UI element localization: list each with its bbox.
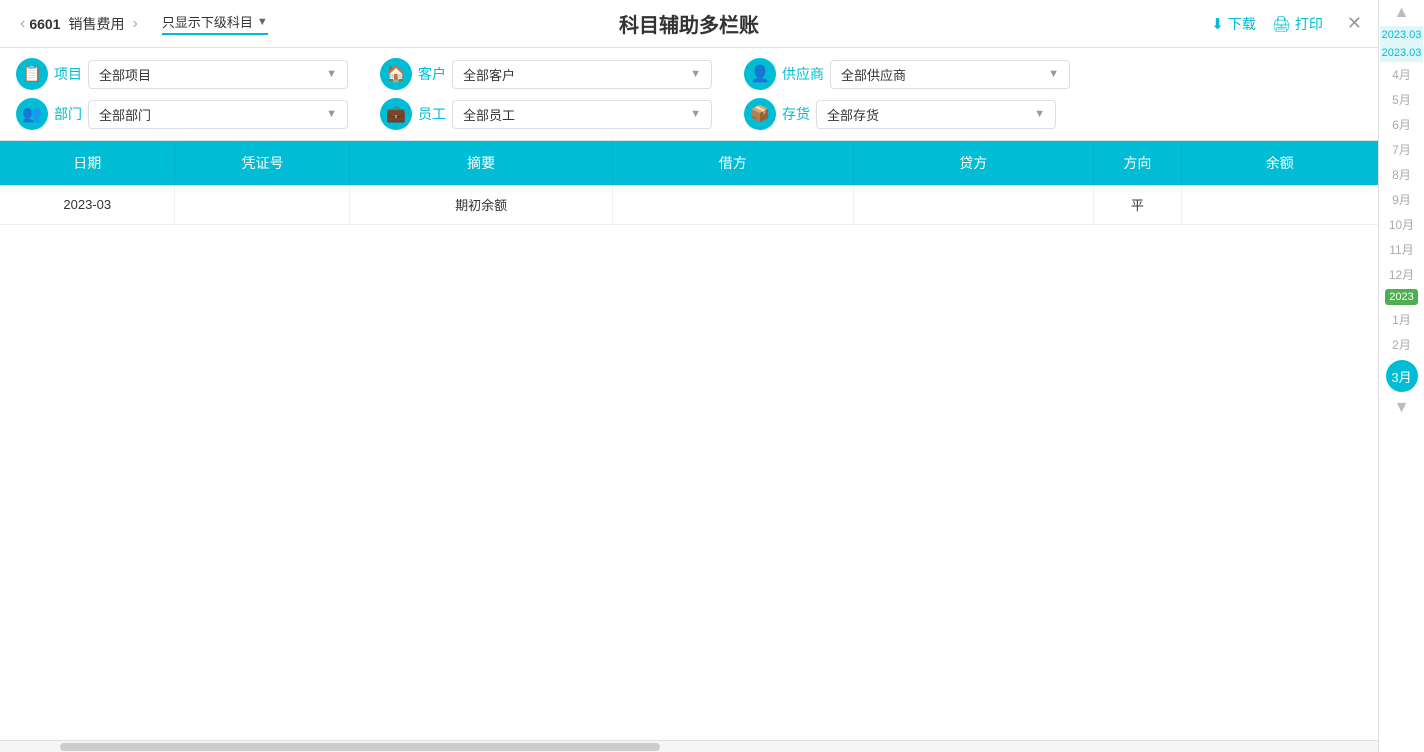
account-code-text: 6601 bbox=[29, 16, 60, 32]
table-body: 2023-03 期初余额 平 bbox=[0, 185, 1378, 225]
customer-label: 客户 bbox=[418, 64, 446, 84]
employee-filter-item: 💼 员工 全部员工 ▼ bbox=[380, 98, 712, 130]
employee-icon: 💼 bbox=[380, 98, 412, 130]
supplier-label: 供应商 bbox=[782, 64, 824, 84]
scroll-thumb[interactable] bbox=[60, 743, 660, 751]
supplier-select[interactable]: 全部供应商 ▼ bbox=[830, 60, 1070, 89]
sidebar-month-5[interactable]: 5月 bbox=[1379, 87, 1424, 112]
close-button[interactable]: ✕ bbox=[1347, 13, 1362, 34]
inventory-select[interactable]: 全部存货 ▼ bbox=[816, 100, 1056, 129]
year-badge: 2023 bbox=[1385, 289, 1417, 305]
supplier-arrow-icon: ▼ bbox=[1048, 68, 1059, 80]
table-container: 日期 凭证号 摘要 借方 贷方 方向 余额 2023-03 期初余额 bbox=[0, 141, 1378, 740]
department-arrow-icon: ▼ bbox=[326, 108, 337, 120]
sidebar-month-6[interactable]: 6月 bbox=[1379, 112, 1424, 137]
col-header-balance: 余额 bbox=[1181, 141, 1378, 185]
department-filter-item: 👥 部门 全部部门 ▼ bbox=[16, 98, 348, 130]
project-filter-item: 📋 项目 全部项目 ▼ bbox=[16, 58, 348, 90]
sidebar-period-2023-03-first[interactable]: 2023.03 bbox=[1380, 26, 1424, 44]
filter-area: 📋 项目 全部项目 ▼ 🏠 客户 全部客户 ▼ bbox=[0, 48, 1378, 141]
cell-balance bbox=[1181, 185, 1378, 225]
col-header-summary: 摘要 bbox=[350, 141, 612, 185]
account-code-display: 6601 销售费用 bbox=[29, 14, 124, 34]
supplier-filter-item: 👤 供应商 全部供应商 ▼ bbox=[744, 58, 1070, 90]
cell-direction: 平 bbox=[1094, 185, 1181, 225]
customer-select[interactable]: 全部客户 ▼ bbox=[452, 60, 712, 89]
customer-icon: 🏠 bbox=[380, 58, 412, 90]
col-header-credit: 贷方 bbox=[853, 141, 1094, 185]
download-button[interactable]: ⬇ 下载 bbox=[1211, 14, 1256, 34]
horizontal-scrollbar[interactable] bbox=[0, 740, 1378, 752]
filter-row-1: 📋 项目 全部项目 ▼ 🏠 客户 全部客户 ▼ bbox=[16, 58, 1362, 90]
customer-value: 全部客户 bbox=[463, 65, 515, 84]
sidebar-month-7[interactable]: 7月 bbox=[1379, 137, 1424, 162]
header-bar: ‹ 6601 销售费用 › 只显示下级科目 ▼ 科目辅助多栏账 ⬇ 下载 🖨 打… bbox=[0, 0, 1378, 48]
project-icon: 📋 bbox=[16, 58, 48, 90]
sidebar-month-12[interactable]: 12月 bbox=[1379, 262, 1424, 287]
cell-voucher bbox=[175, 185, 350, 225]
col-header-voucher: 凭证号 bbox=[175, 141, 350, 185]
col-header-date: 日期 bbox=[0, 141, 175, 185]
employee-label: 员工 bbox=[418, 104, 446, 124]
customer-filter-item: 🏠 客户 全部客户 ▼ bbox=[380, 58, 712, 90]
sidebar-down-arrow[interactable]: ▼ bbox=[1379, 395, 1424, 421]
customer-arrow-icon: ▼ bbox=[690, 68, 701, 80]
print-button[interactable]: 🖨 打印 bbox=[1272, 14, 1323, 34]
cell-summary: 期初余额 bbox=[350, 185, 612, 225]
col-header-direction: 方向 bbox=[1094, 141, 1181, 185]
project-select[interactable]: 全部项目 ▼ bbox=[88, 60, 348, 89]
sidebar-month-2[interactable]: 2月 bbox=[1379, 332, 1424, 357]
inventory-label: 存货 bbox=[782, 104, 810, 124]
filter-row-2: 👥 部门 全部部门 ▼ 💼 员工 全部员工 ▼ bbox=[16, 98, 1362, 130]
prev-account-arrow[interactable]: ‹ bbox=[16, 13, 29, 35]
header-actions: ⬇ 下载 🖨 打印 ✕ bbox=[1211, 13, 1362, 34]
employee-select[interactable]: 全部员工 ▼ bbox=[452, 100, 712, 129]
supplier-value: 全部供应商 bbox=[841, 65, 906, 84]
cell-debit bbox=[612, 185, 853, 225]
table-header-row: 日期 凭证号 摘要 借方 贷方 方向 余额 bbox=[0, 141, 1378, 185]
inventory-icon: 📦 bbox=[744, 98, 776, 130]
right-sidebar: ▲ 2023.03 2023.03 4月 5月 6月 7月 8月 9月 10月 … bbox=[1378, 0, 1424, 752]
main-table: 日期 凭证号 摘要 借方 贷方 方向 余额 2023-03 期初余额 bbox=[0, 141, 1378, 225]
account-name-text: 销售费用 bbox=[68, 14, 124, 34]
department-label: 部门 bbox=[54, 104, 82, 124]
inventory-arrow-icon: ▼ bbox=[1034, 108, 1045, 120]
department-value: 全部部门 bbox=[99, 105, 151, 124]
sidebar-month-11[interactable]: 11月 bbox=[1379, 237, 1424, 262]
sidebar-month-9[interactable]: 9月 bbox=[1379, 187, 1424, 212]
page-title: 科目辅助多栏账 bbox=[619, 9, 759, 38]
sidebar-month-3-active[interactable]: 3月 bbox=[1386, 360, 1418, 392]
department-icon: 👥 bbox=[16, 98, 48, 130]
employee-value: 全部员工 bbox=[463, 105, 515, 124]
sidebar-month-10[interactable]: 10月 bbox=[1379, 212, 1424, 237]
next-account-arrow[interactable]: › bbox=[128, 13, 141, 35]
show-sub-label: 只显示下级科目 bbox=[162, 12, 253, 31]
print-icon: 🖨 bbox=[1272, 15, 1291, 33]
sidebar-period-2023-03-second[interactable]: 2023.03 bbox=[1380, 44, 1424, 62]
inventory-value: 全部存货 bbox=[827, 105, 879, 124]
project-value: 全部项目 bbox=[99, 65, 151, 84]
project-label: 项目 bbox=[54, 64, 82, 84]
cell-date: 2023-03 bbox=[0, 185, 175, 225]
download-label: 下载 bbox=[1228, 14, 1256, 34]
show-sub-arrow-icon: ▼ bbox=[257, 16, 268, 28]
col-header-debit: 借方 bbox=[612, 141, 853, 185]
project-arrow-icon: ▼ bbox=[326, 68, 337, 80]
sidebar-month-1[interactable]: 1月 bbox=[1379, 307, 1424, 332]
inventory-filter-item: 📦 存货 全部存货 ▼ bbox=[744, 98, 1056, 130]
print-label: 打印 bbox=[1295, 14, 1323, 34]
table-row: 2023-03 期初余额 平 bbox=[0, 185, 1378, 225]
cell-credit bbox=[853, 185, 1094, 225]
sidebar-month-8[interactable]: 8月 bbox=[1379, 162, 1424, 187]
department-select[interactable]: 全部部门 ▼ bbox=[88, 100, 348, 129]
supplier-icon: 👤 bbox=[744, 58, 776, 90]
download-icon: ⬇ bbox=[1211, 15, 1224, 33]
show-sub-dropdown[interactable]: 只显示下级科目 ▼ bbox=[162, 12, 268, 35]
sidebar-month-4[interactable]: 4月 bbox=[1379, 62, 1424, 87]
sidebar-up-arrow[interactable]: ▲ bbox=[1379, 0, 1424, 26]
employee-arrow-icon: ▼ bbox=[690, 108, 701, 120]
